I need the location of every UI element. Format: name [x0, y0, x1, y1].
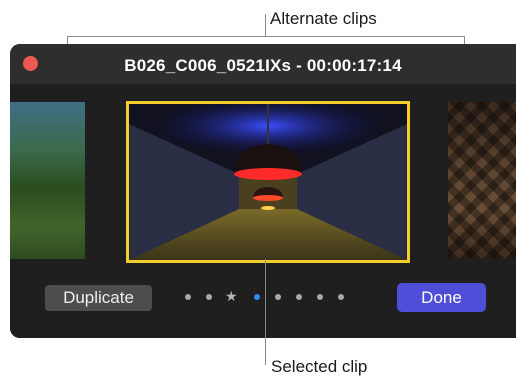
- title-bar: B026_C006_0521IXs - 00:00:17:14: [10, 44, 516, 84]
- alternate-clip-left[interactable]: [10, 102, 85, 259]
- pager-dot[interactable]: [296, 294, 302, 300]
- clip-pager: ★: [182, 288, 352, 305]
- callout-line-alternate-horizontal: [67, 36, 465, 37]
- window-title: B026_C006_0521IXs - 00:00:17:14: [124, 56, 402, 75]
- alternate-clips-callout: Alternate clips: [270, 9, 377, 28]
- callout-line-alternate-vertical: [265, 14, 266, 36]
- pager-dot[interactable]: [185, 294, 191, 300]
- duplicate-button[interactable]: Duplicate: [45, 285, 152, 311]
- callout-line-selected: [265, 259, 266, 365]
- pager-dot[interactable]: [338, 294, 344, 300]
- pager-dot[interactable]: [206, 294, 212, 300]
- selected-clip-callout: Selected clip: [271, 357, 368, 376]
- selected-clip[interactable]: [126, 101, 410, 263]
- tunnel-thumbnail: [129, 104, 407, 260]
- alternate-clip-right[interactable]: [448, 102, 516, 259]
- star-icon[interactable]: ★: [225, 288, 238, 304]
- pager-dot-active[interactable]: [254, 294, 260, 300]
- pager-dot[interactable]: [275, 294, 281, 300]
- done-button[interactable]: Done: [397, 283, 486, 312]
- pager-dot[interactable]: [317, 294, 323, 300]
- clip-switcher-window: B026_C006_0521IXs - 00:00:17:14 Duplicat…: [10, 44, 516, 338]
